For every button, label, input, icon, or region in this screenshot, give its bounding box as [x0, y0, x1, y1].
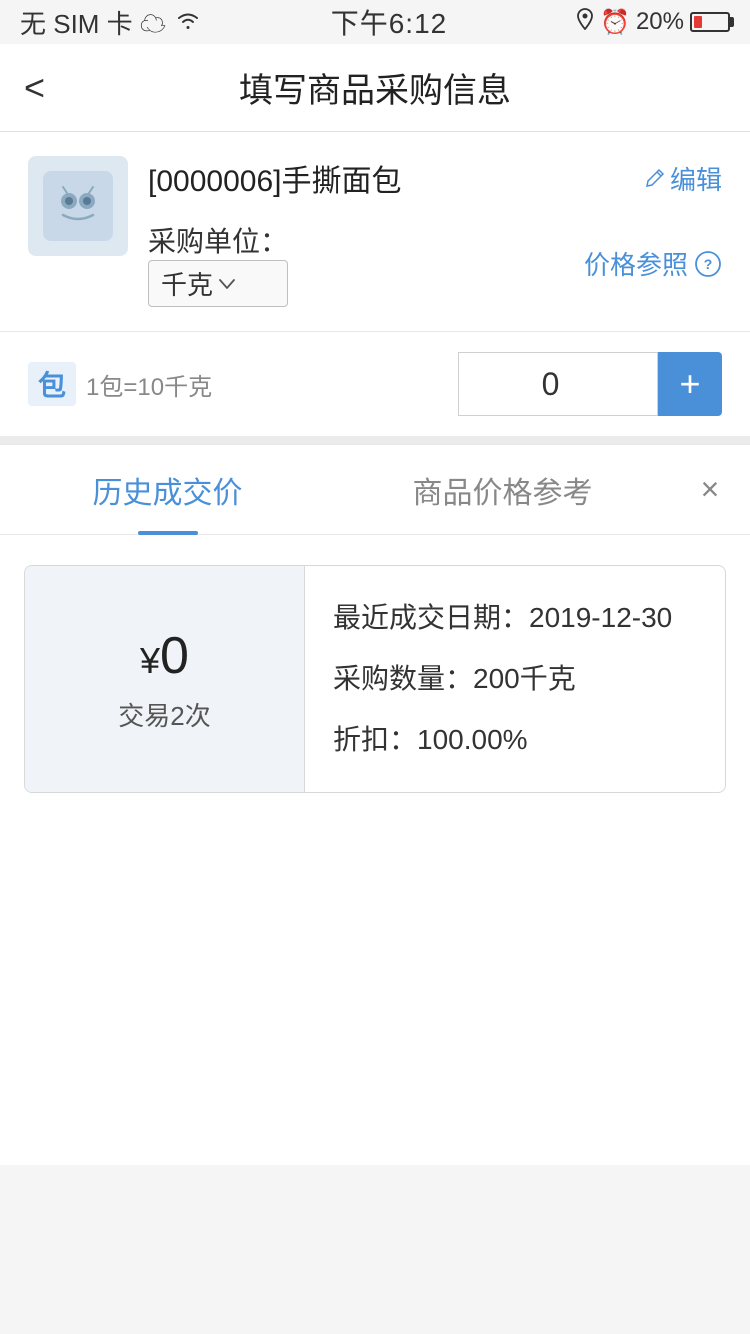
- unit-conversion: 1包=10千克: [86, 367, 212, 402]
- product-card: [0000006]手撕面包 编辑 采购单位： 千克: [0, 132, 750, 332]
- history-purchase-qty-row: 采购数量：200千克: [333, 657, 697, 702]
- quantity-row: 包 1包=10千克 +: [0, 332, 750, 444]
- status-bar: 无 SIM 卡 ☁ 下午6:12 ⏰ 20%: [0, 0, 750, 44]
- nav-bar: < 填写商品采购信息: [0, 44, 750, 132]
- history-trade-count: 交易2次: [118, 696, 210, 733]
- page-title: 填写商品采购信息: [239, 63, 511, 112]
- tab-panel: 历史成交价 商品价格参考 × ¥0 交易2次 最近成交日期：2019-12-30…: [0, 444, 750, 1165]
- status-left: 无 SIM 卡 ☁: [20, 4, 202, 41]
- product-info: [0000006]手撕面包 编辑 采购单位： 千克: [148, 156, 722, 307]
- quantity-unit-label: 包 1包=10千克: [28, 362, 212, 406]
- unit-badge: 包: [28, 362, 76, 406]
- tab-history-price[interactable]: 历史成交价: [0, 445, 335, 535]
- history-card: ¥0 交易2次 最近成交日期：2019-12-30 采购数量：200千克 折扣：…: [24, 565, 726, 793]
- product-thumbnail: [28, 156, 128, 256]
- battery-percent: 20%: [636, 8, 684, 36]
- tab-product-price-ref[interactable]: 商品价格参考: [335, 445, 670, 535]
- tab-header: 历史成交价 商品价格参考 ×: [0, 445, 750, 535]
- unit-label: 采购单位： 千克: [148, 220, 288, 307]
- price-ref-link[interactable]: 价格参照 ?: [584, 245, 722, 282]
- product-full-name: [0000006]手撕面包: [148, 156, 401, 200]
- wifi-icon: [174, 7, 202, 38]
- tab-content: ¥0 交易2次 最近成交日期：2019-12-30 采购数量：200千克 折扣：…: [0, 565, 750, 1165]
- history-price-section: ¥0 交易2次: [25, 566, 305, 792]
- quantity-input[interactable]: [458, 352, 658, 416]
- sim-status: 无 SIM 卡 ☁: [20, 4, 166, 41]
- status-right: ⏰ 20%: [576, 8, 730, 37]
- alarm-icon: ⏰: [600, 8, 630, 37]
- history-detail-section: 最近成交日期：2019-12-30 采购数量：200千克 折扣：100.00%: [305, 566, 725, 792]
- back-button[interactable]: <: [24, 67, 45, 109]
- quantity-plus-button[interactable]: +: [658, 352, 722, 416]
- history-recent-date-row: 最近成交日期：2019-12-30: [333, 596, 697, 641]
- svg-text:?: ?: [704, 256, 713, 272]
- quantity-input-group: +: [458, 352, 722, 416]
- location-icon: [576, 8, 594, 37]
- yen-symbol: ¥: [140, 640, 160, 681]
- time-display: 下午6:12: [331, 2, 448, 42]
- battery-icon: [690, 12, 730, 32]
- unit-select[interactable]: 千克: [148, 260, 288, 307]
- history-discount-row: 折扣：100.00%: [333, 718, 697, 763]
- edit-button[interactable]: 编辑: [644, 160, 722, 197]
- history-price-value: ¥0: [140, 626, 189, 686]
- tab-close-button[interactable]: ×: [670, 445, 750, 535]
